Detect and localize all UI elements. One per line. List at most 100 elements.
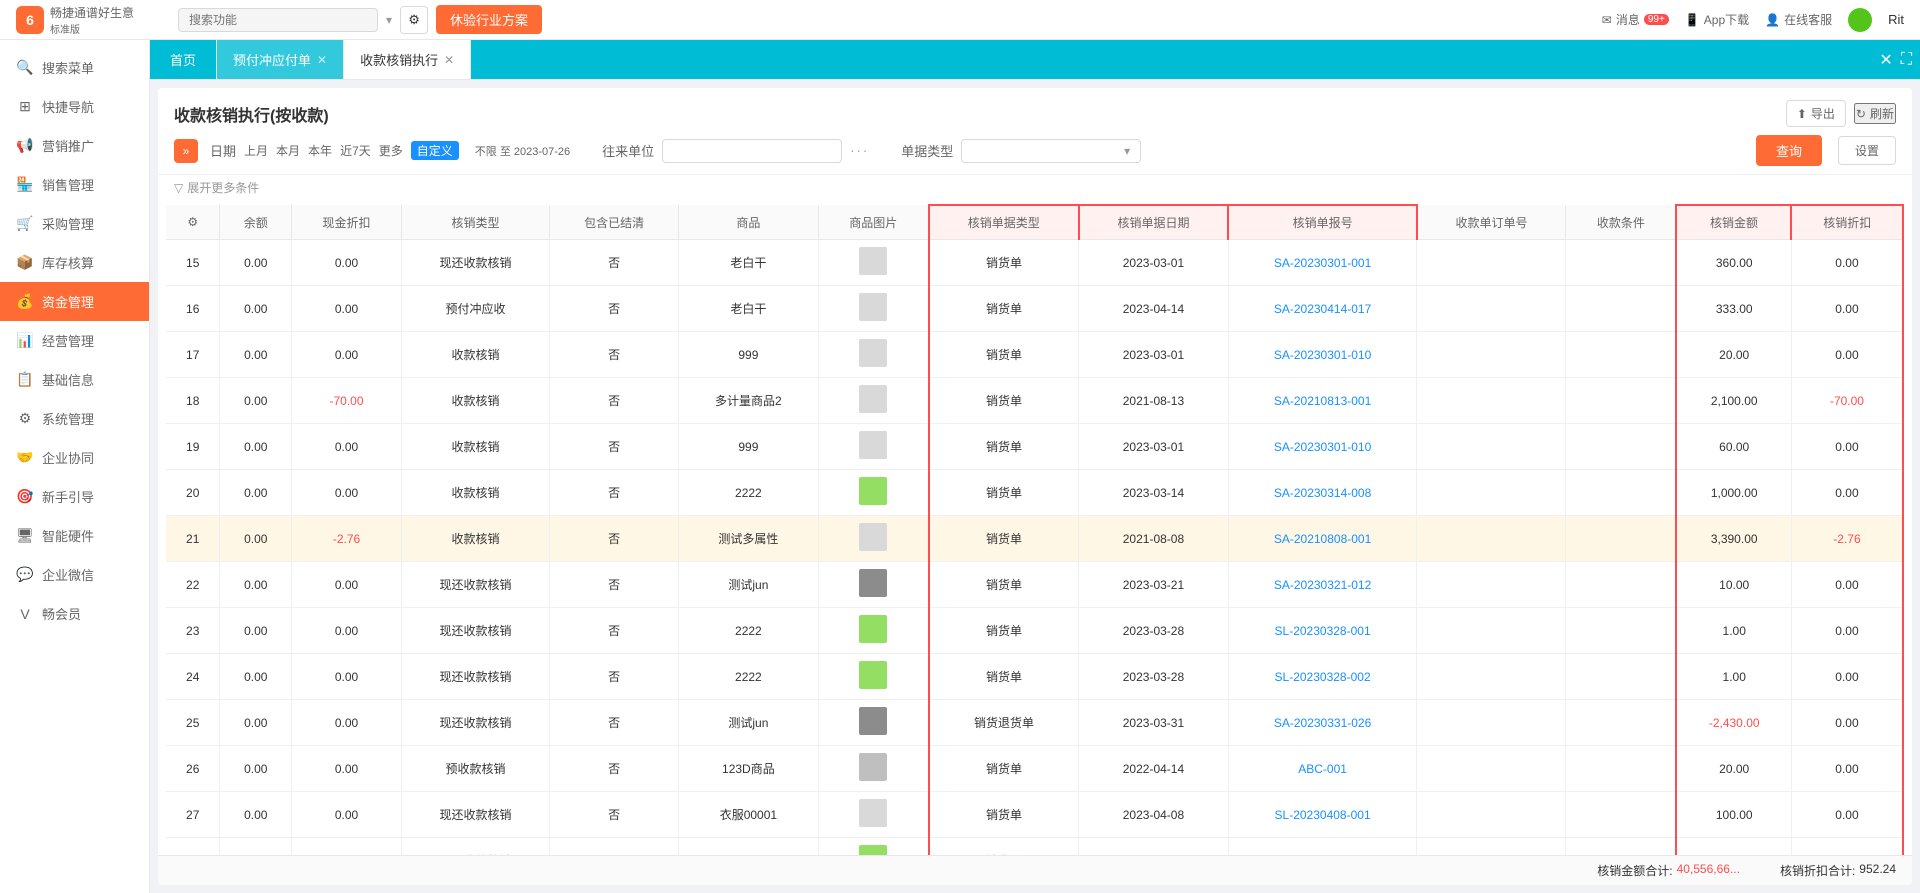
- cell-receipt-condition: [1566, 792, 1677, 838]
- cell-cash-discount: 0.00: [292, 424, 402, 470]
- date-option-last-month[interactable]: 上月: [244, 142, 268, 159]
- cell-verify-receipt-date: 2023-03-01: [1079, 240, 1229, 286]
- top-search-input[interactable]: [178, 8, 378, 32]
- search-dropdown-icon[interactable]: ▾: [386, 13, 392, 27]
- sidebar-item-basic[interactable]: 📋 基础信息: [0, 360, 149, 399]
- user-name: Rit: [1888, 12, 1904, 27]
- receipt-no-link[interactable]: SA-20210813-001: [1274, 394, 1371, 408]
- date-option-custom[interactable]: 自定义: [411, 141, 459, 160]
- receipt-no-link[interactable]: SA-20230301-001: [1274, 256, 1371, 270]
- industry-btn[interactable]: 休验行业方案: [436, 5, 542, 34]
- sidebar-item-guide[interactable]: 🎯 新手引导: [0, 477, 149, 516]
- operations-icon: 📊: [16, 332, 34, 350]
- cell-cash-discount: 0.00: [292, 746, 402, 792]
- cell-receipt-order-no: [1417, 240, 1566, 286]
- filter-settings-btn[interactable]: 设置: [1838, 136, 1896, 165]
- notification-btn[interactable]: ✉ 消息 99+: [1602, 11, 1669, 28]
- cell-verify-receipt-date: 2023-04-08: [1079, 792, 1229, 838]
- date-option-this-month[interactable]: 本月: [276, 142, 300, 159]
- tab-verify[interactable]: 收款核销执行 ✕: [344, 40, 471, 79]
- sidebar-item-sales[interactable]: 🏪 销售管理: [0, 165, 149, 204]
- tab-bar-actions: ✕ ⛶: [1871, 50, 1920, 70]
- receipt-no-link[interactable]: SL-20230328-001: [1275, 624, 1371, 638]
- cell-id: 16: [166, 286, 220, 332]
- sidebar-item-member[interactable]: V 畅会员: [0, 594, 149, 633]
- cell-verify-type: 现还收款核销: [401, 792, 549, 838]
- receipt-no-link[interactable]: SA-20230414-017: [1274, 302, 1371, 316]
- cell-goods: 999: [679, 424, 819, 470]
- tab-home[interactable]: 首页: [150, 40, 217, 79]
- sidebar-item-search[interactable]: 🔍 搜索菜单: [0, 48, 149, 87]
- query-btn[interactable]: 查询: [1756, 135, 1822, 166]
- tab-fullscreen-btn[interactable]: ⛶: [1901, 51, 1912, 69]
- tab-verify-close[interactable]: ✕: [444, 53, 454, 67]
- cell-verify-discount: 0.00: [1791, 470, 1903, 516]
- export-btn[interactable]: ⬆ 导出: [1786, 100, 1846, 127]
- message-icon: ✉: [1602, 13, 1612, 27]
- receipt-no-link[interactable]: SA-20230301-010: [1274, 440, 1371, 454]
- refresh-icon: ↻: [1856, 107, 1866, 121]
- receipt-no-link[interactable]: SA-20230301-010: [1274, 348, 1371, 362]
- sidebar-item-finance[interactable]: 💰 资金管理: [0, 282, 149, 321]
- sidebar-item-collab[interactable]: 🤝 企业协同: [0, 438, 149, 477]
- cell-verify-discount: 0.00: [1791, 240, 1903, 286]
- tab-prepay-close[interactable]: ✕: [317, 53, 327, 67]
- cell-verify-receipt-type: 销货单: [929, 332, 1079, 378]
- th-settings[interactable]: ⚙: [166, 205, 220, 240]
- cell-verify-receipt-type: 销货单: [929, 286, 1079, 332]
- sidebar-item-system[interactable]: ⚙ 系统管理: [0, 399, 149, 438]
- cell-receipt-condition: [1566, 332, 1677, 378]
- cell-cash-discount: 0.00: [292, 654, 402, 700]
- receipt-no-link[interactable]: SA-20210808-001: [1274, 532, 1371, 546]
- receipt-no-link[interactable]: SA-20230314-008: [1274, 486, 1371, 500]
- expand-more-conditions[interactable]: ▽ 展开更多条件: [158, 179, 1912, 200]
- sidebar-item-inventory[interactable]: 📦 库存核算: [0, 243, 149, 282]
- settings-icon-btn[interactable]: ⚙: [400, 6, 428, 34]
- date-option-more[interactable]: 更多: [379, 142, 403, 159]
- th-include-settled: 包含已结清: [550, 205, 679, 240]
- date-option-7days[interactable]: 近7天: [340, 142, 371, 159]
- cell-receipt-order-no: [1417, 286, 1566, 332]
- filter-dots[interactable]: ···: [850, 143, 869, 158]
- sidebar-item-purchase[interactable]: 🛒 采购管理: [0, 204, 149, 243]
- tab-verify-label: 收款核销执行: [360, 50, 438, 69]
- receipt-no-link[interactable]: ABC-001: [1298, 762, 1347, 776]
- cell-verify-receipt-no: SA-20230331-026: [1228, 700, 1417, 746]
- export-label: 导出: [1811, 105, 1835, 122]
- cell-id: 21: [166, 516, 220, 562]
- service-icon: 👤: [1765, 13, 1780, 27]
- sidebar-item-nav[interactable]: ⊞ 快捷导航: [0, 87, 149, 126]
- tab-prepay[interactable]: 预付冲应付单 ✕: [217, 40, 344, 79]
- cell-cash-discount: 0.00: [292, 838, 402, 856]
- cell-goods-img: [818, 838, 929, 856]
- receipt-no-link[interactable]: SL-20230408-001: [1275, 808, 1371, 822]
- cell-include-settled: 否: [550, 838, 679, 856]
- basic-icon: 📋: [16, 371, 34, 389]
- online-service-btn[interactable]: 👤 在线客服: [1765, 11, 1832, 28]
- sidebar-item-marketing[interactable]: 📢 营销推广: [0, 126, 149, 165]
- receipt-no-link[interactable]: SA-20230331-026: [1274, 716, 1371, 730]
- receipt-type-select[interactable]: ▾: [961, 139, 1141, 163]
- avatar[interactable]: [1848, 8, 1872, 32]
- refresh-btn[interactable]: ↻ 刷新: [1854, 103, 1896, 124]
- date-option-this-year[interactable]: 本年: [308, 142, 332, 159]
- app-download-btn[interactable]: 📱 App下载: [1685, 11, 1749, 28]
- from-unit-input[interactable]: [662, 139, 842, 163]
- sidebar-item-operations[interactable]: 📊 经营管理: [0, 321, 149, 360]
- sidebar-item-hardware[interactable]: 🖥 智能硬件: [0, 516, 149, 555]
- table-row: 27 0.00 0.00 现还收款核销 否 衣服00001 销货单 2023-0…: [166, 792, 1903, 838]
- footer-total-amount: 核销金额合计: 40,556,66...: [1597, 862, 1740, 879]
- cell-include-settled: 否: [550, 286, 679, 332]
- sidebar-item-label: 畅会员: [42, 604, 81, 623]
- expand-filter-btn[interactable]: »: [174, 139, 198, 163]
- cell-include-settled: 否: [550, 378, 679, 424]
- receipt-no-link[interactable]: SL-20230328-002: [1275, 670, 1371, 684]
- settings-col-icon: ⚙: [187, 215, 198, 229]
- cell-id: 25: [166, 700, 220, 746]
- cell-verify-receipt-no: SL-20230328-002: [1228, 654, 1417, 700]
- tab-close-btn[interactable]: ✕: [1879, 50, 1892, 70]
- cell-receipt-condition: [1566, 516, 1677, 562]
- total-discount-value: 952.24: [1859, 862, 1896, 879]
- receipt-no-link[interactable]: SA-20230321-012: [1274, 578, 1371, 592]
- sidebar-item-wechat[interactable]: 💬 企业微信: [0, 555, 149, 594]
